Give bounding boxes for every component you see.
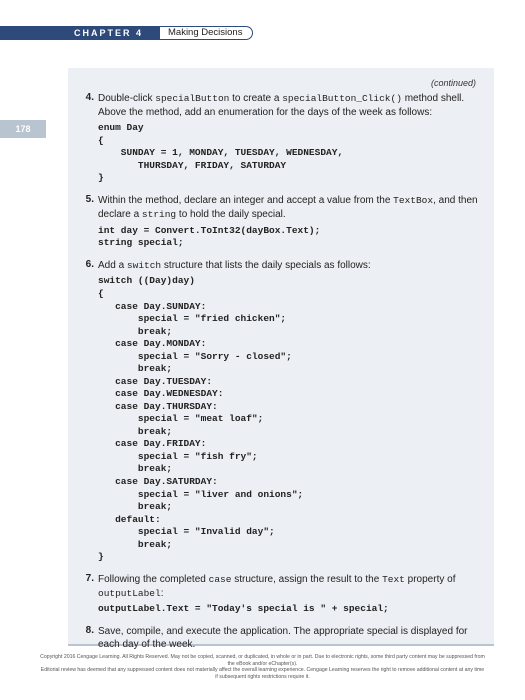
continued-label: (continued) bbox=[78, 78, 480, 88]
step-body: Save, compile, and execute the applicati… bbox=[98, 625, 480, 655]
page-number: 178 bbox=[0, 120, 46, 138]
chapter-number: CHAPTER 4 bbox=[74, 26, 143, 40]
footer-line: Copyright 2016 Cengage Learning. All Rig… bbox=[40, 654, 485, 667]
step-item: 4.Double-click specialButton to create a… bbox=[78, 92, 480, 187]
step-item: 5.Within the method, declare an integer … bbox=[78, 194, 480, 252]
step-item: 7.Following the completed case structure… bbox=[78, 573, 480, 618]
footer-line: Editorial review has deemed that any sup… bbox=[40, 667, 485, 680]
step-body: Double-click specialButton to create a s… bbox=[98, 92, 480, 187]
step-text: Save, compile, and execute the applicati… bbox=[98, 625, 480, 652]
step-body: Following the completed case structure, … bbox=[98, 573, 480, 618]
step-code: enum Day { SUNDAY = 1, MONDAY, TUESDAY, … bbox=[98, 122, 480, 185]
step-body: Within the method, declare an integer an… bbox=[98, 194, 480, 252]
step-code: int day = Convert.ToInt32(dayBox.Text); … bbox=[98, 225, 480, 250]
step-item: 8.Save, compile, and execute the applica… bbox=[78, 625, 480, 655]
copyright-footer: Copyright 2016 Cengage Learning. All Rig… bbox=[40, 654, 485, 680]
step-number: 5. bbox=[78, 194, 98, 205]
step-number: 7. bbox=[78, 573, 98, 584]
step-body: Add a switch structure that lists the da… bbox=[98, 259, 480, 566]
step-text: Within the method, declare an integer an… bbox=[98, 194, 480, 222]
step-text: Following the completed case structure, … bbox=[98, 573, 480, 601]
step-number: 4. bbox=[78, 92, 98, 103]
content-panel: (continued) 4.Double-click specialButton… bbox=[68, 68, 494, 646]
step-text: Add a switch structure that lists the da… bbox=[98, 259, 480, 273]
step-number: 8. bbox=[78, 625, 98, 636]
step-code: switch ((Day)day) { case Day.SUNDAY: spe… bbox=[98, 275, 480, 563]
chapter-title: Making Decisions bbox=[160, 26, 253, 40]
step-item: 6.Add a switch structure that lists the … bbox=[78, 259, 480, 566]
step-number: 6. bbox=[78, 259, 98, 270]
step-list: 4.Double-click specialButton to create a… bbox=[78, 92, 480, 655]
step-code: outputLabel.Text = "Today's special is "… bbox=[98, 603, 480, 616]
step-text: Double-click specialButton to create a s… bbox=[98, 92, 480, 119]
